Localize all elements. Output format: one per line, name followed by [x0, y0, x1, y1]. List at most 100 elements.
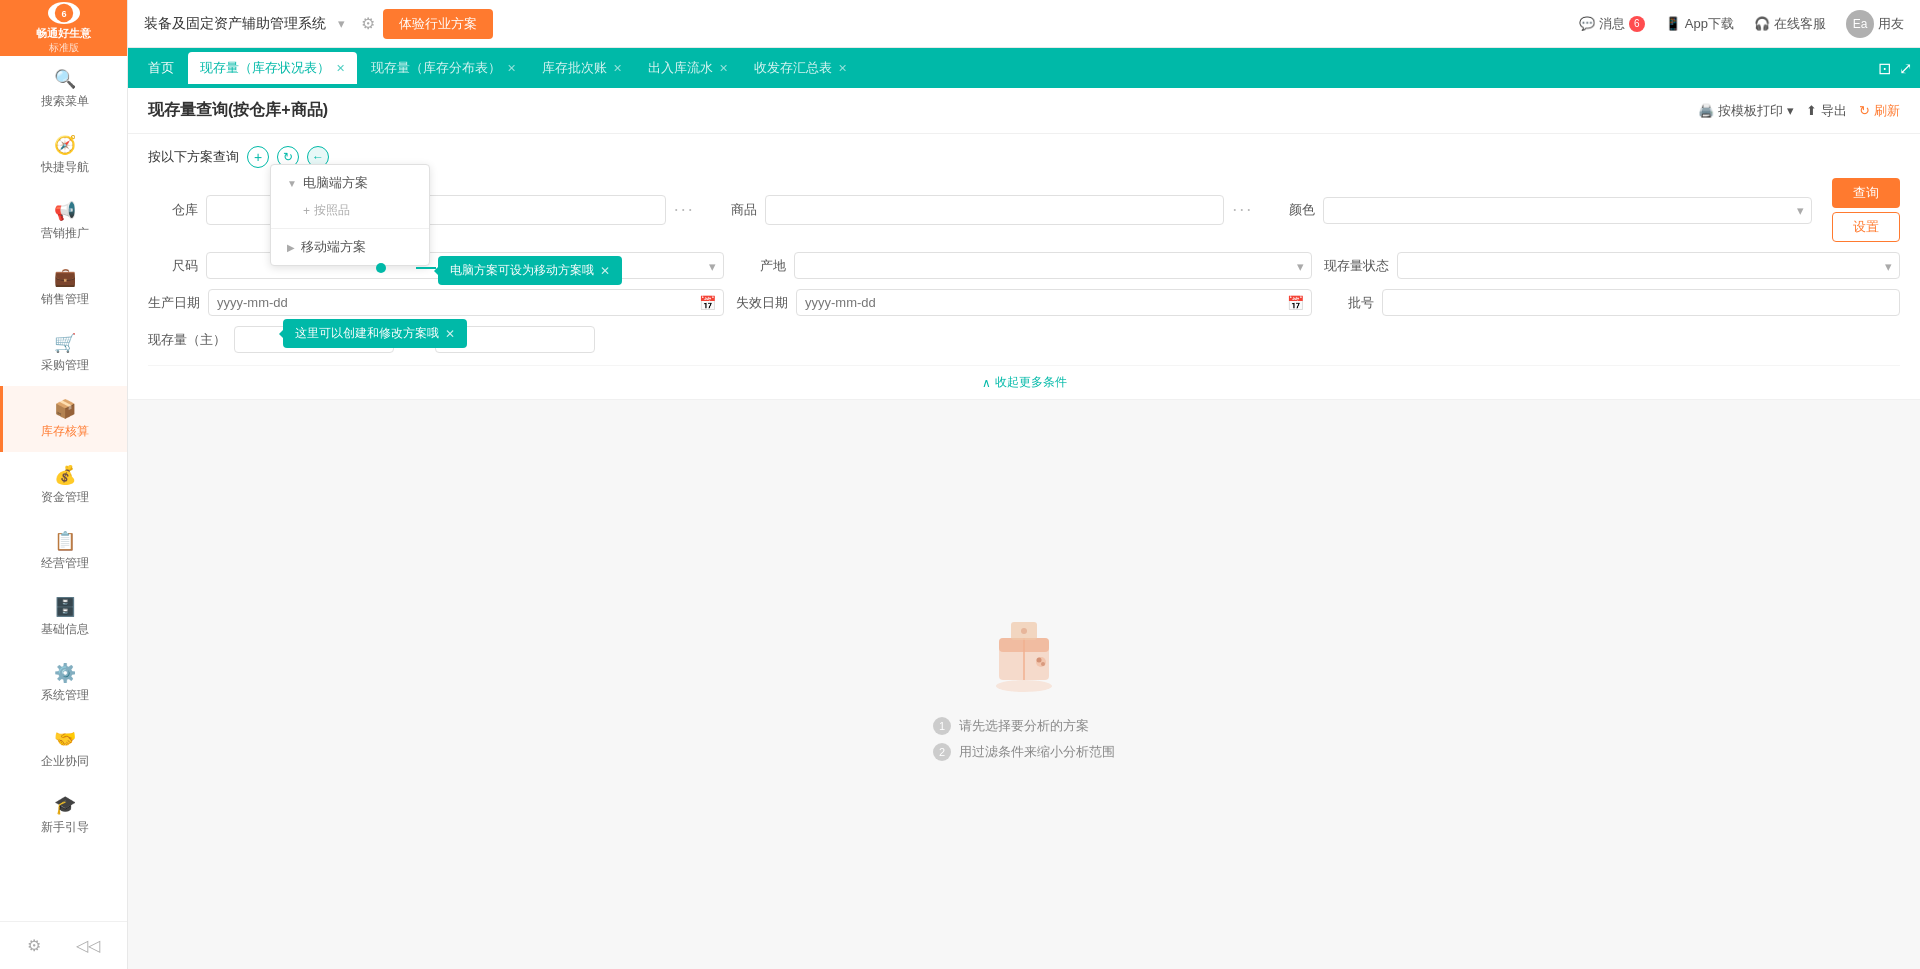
batch-field: 批号	[1324, 289, 1900, 316]
mfg-date-input[interactable]	[208, 289, 724, 316]
color-select[interactable]	[1323, 197, 1812, 224]
scheme-mobile-row[interactable]: ▶ 移动端方案	[271, 233, 429, 261]
sidebar-item-enterprise[interactable]: 🤝 企业协同	[0, 716, 127, 782]
sidebar-item-inventory[interactable]: 📦 库存核算	[0, 386, 127, 452]
tab-close-icon[interactable]: ✕	[719, 62, 728, 75]
sidebar-item-label: 新手引导	[41, 819, 89, 836]
collapse-icon: ∧	[982, 376, 991, 390]
guide-icon: 🧭	[54, 134, 76, 156]
sidebar-item-purchase[interactable]: 🛒 采购管理	[0, 320, 127, 386]
sidebar-item-search[interactable]: 🔍 搜索菜单	[0, 56, 127, 122]
exp-date-input-wrapper: 📅	[796, 289, 1312, 316]
sidebar-item-system[interactable]: ⚙️ 系统管理	[0, 650, 127, 716]
exp-date-input[interactable]	[796, 289, 1312, 316]
tooltip-2-text: 这里可以创建和修改方案哦	[295, 325, 439, 342]
sidebar-item-finance[interactable]: 💰 资金管理	[0, 452, 127, 518]
stock-status-select-wrapper	[1397, 252, 1900, 279]
scheme-add-row[interactable]: + 按照品	[271, 197, 429, 224]
user-action[interactable]: Ea 用友	[1846, 10, 1904, 38]
tab-maximize-icon[interactable]: ⤢	[1899, 59, 1912, 78]
system-dropdown-icon[interactable]: ▾	[338, 16, 345, 31]
sidebar-item-sales[interactable]: 💼 销售管理	[0, 254, 127, 320]
sidebar-item-guide[interactable]: 🧭 快捷导航	[0, 122, 127, 188]
tab-collect[interactable]: 收发存汇总表 ✕	[742, 52, 859, 84]
tab-inventory-dist[interactable]: 现存量（库存分布表） ✕	[359, 52, 528, 84]
refresh-label: 刷新	[1874, 102, 1900, 120]
refresh-btn[interactable]: ↻ 刷新	[1859, 102, 1900, 120]
tab-close-icon[interactable]: ✕	[336, 62, 345, 75]
goods-input[interactable]	[765, 195, 1225, 225]
tip-text-1: 请先选择要分析的方案	[959, 717, 1089, 735]
sidebar-item-label: 搜索菜单	[41, 93, 89, 110]
tab-close-icon[interactable]: ✕	[613, 62, 622, 75]
tab-label: 出入库流水	[648, 59, 713, 77]
purchase-icon: 🛒	[54, 332, 76, 354]
tab-inventory-status[interactable]: 现存量（库存状况表） ✕	[188, 52, 357, 84]
app-label: App下载	[1685, 15, 1734, 33]
tab-close-icon[interactable]: ✕	[838, 62, 847, 75]
message-label: 消息	[1599, 15, 1625, 33]
filter-area-container: 按以下方案查询 + ↻ ← 仓库 ··· 商品	[128, 134, 1920, 400]
scheme-add-label: 按照品	[314, 202, 350, 219]
scheme-mobile-label: 移动端方案	[301, 238, 421, 256]
support-action[interactable]: 🎧 在线客服	[1754, 15, 1826, 33]
mfg-cal-icon[interactable]: 📅	[699, 295, 716, 311]
header-left: 装备及固定资产辅助管理系统 ▾ ⚙ 体验行业方案	[144, 9, 493, 39]
goods-dots[interactable]: ···	[1232, 199, 1253, 220]
settings-footer-btn[interactable]: ⚙	[23, 932, 45, 959]
tab-close-icon[interactable]: ✕	[507, 62, 516, 75]
sidebar-nav: 🔍 搜索菜单 🧭 快捷导航 📢 营销推广 💼 销售管理 🛒 采购管理 📦 库存核…	[0, 56, 127, 921]
header-settings-icon[interactable]: ⚙	[361, 14, 375, 33]
exp-cal-icon[interactable]: 📅	[1287, 295, 1304, 311]
export-btn[interactable]: ⬆ 导出	[1806, 102, 1847, 120]
sidebar-item-marketing[interactable]: 📢 营销推广	[0, 188, 127, 254]
scheme-computer-row[interactable]: ▼ 电脑端方案	[271, 169, 429, 197]
empty-state: 1 请先选择要分析的方案 2 用过滤条件来缩小分析范围	[128, 400, 1920, 969]
print-label: 按模板打印	[1718, 102, 1783, 120]
export-icon: ⬆	[1806, 103, 1817, 118]
page-header: 现存量查询(按仓库+商品) 🖨️ 按模板打印 ▾ ⬆ 导出 ↻ 刷新	[128, 88, 1920, 134]
collapse-footer-btn[interactable]: ◁◁	[72, 932, 104, 959]
tab-label: 现存量（库存分布表）	[371, 59, 501, 77]
exp-date-label: 失效日期	[736, 294, 788, 312]
message-action[interactable]: 💬 消息 6	[1579, 15, 1645, 33]
sales-icon: 💼	[54, 266, 76, 288]
tooltip-1: 电脑方案可设为移动方案哦 ✕	[438, 256, 622, 285]
refresh-icon: ↻	[1859, 103, 1870, 118]
page-title: 现存量查询(按仓库+商品)	[148, 100, 328, 121]
tab-bar: 首页 现存量（库存状况表） ✕ 现存量（库存分布表） ✕ 库存批次账 ✕ 出入库…	[128, 48, 1920, 88]
sidebar-item-newbie[interactable]: 🎓 新手引导	[0, 782, 127, 848]
system-icon: ⚙️	[54, 662, 76, 684]
search-button[interactable]: 查询	[1832, 178, 1900, 208]
goods-label: 商品	[707, 201, 757, 219]
add-filter-btn[interactable]: +	[247, 146, 269, 168]
tooltip-1-close[interactable]: ✕	[600, 264, 610, 278]
stock-status-select[interactable]	[1397, 252, 1900, 279]
exp-date-field: 失效日期 📅	[736, 289, 1312, 316]
setting-button[interactable]: 设置	[1832, 212, 1900, 242]
sidebar-item-label: 资金管理	[41, 489, 89, 506]
print-btn[interactable]: 🖨️ 按模板打印 ▾	[1698, 102, 1794, 120]
batch-input[interactable]	[1382, 289, 1900, 316]
sidebar-item-basic[interactable]: 🗄️ 基础信息	[0, 584, 127, 650]
svg-point-8	[1041, 662, 1045, 666]
warehouse-dots[interactable]: ···	[674, 199, 695, 220]
origin-select[interactable]	[794, 252, 1312, 279]
scheme-panel: ▼ 电脑端方案 + 按照品 ▶ 移动端方案	[270, 164, 430, 266]
top-header: 装备及固定资产辅助管理系统 ▾ ⚙ 体验行业方案 💬 消息 6 📱 App下载 …	[128, 0, 1920, 48]
tab-home[interactable]: 首页	[136, 59, 186, 77]
tooltip-2-close[interactable]: ✕	[445, 327, 455, 341]
app-action[interactable]: 📱 App下载	[1665, 15, 1734, 33]
tab-minimize-icon[interactable]: ⊡	[1878, 59, 1891, 78]
basic-icon: 🗄️	[54, 596, 76, 618]
tab-batch[interactable]: 库存批次账 ✕	[530, 52, 634, 84]
industry-btn[interactable]: 体验行业方案	[383, 9, 493, 39]
origin-select-wrapper	[794, 252, 1312, 279]
sidebar-footer: ⚙ ◁◁	[0, 921, 127, 969]
sidebar-item-operation[interactable]: 📋 经营管理	[0, 518, 127, 584]
collapse-bar[interactable]: ∧ 收起更多条件	[148, 365, 1900, 399]
message-icon: 💬	[1579, 16, 1595, 31]
scheme-computer-label: 电脑端方案	[303, 174, 421, 192]
tab-inout[interactable]: 出入库流水 ✕	[636, 52, 740, 84]
content-area: 现存量查询(按仓库+商品) 🖨️ 按模板打印 ▾ ⬆ 导出 ↻ 刷新	[128, 88, 1920, 969]
